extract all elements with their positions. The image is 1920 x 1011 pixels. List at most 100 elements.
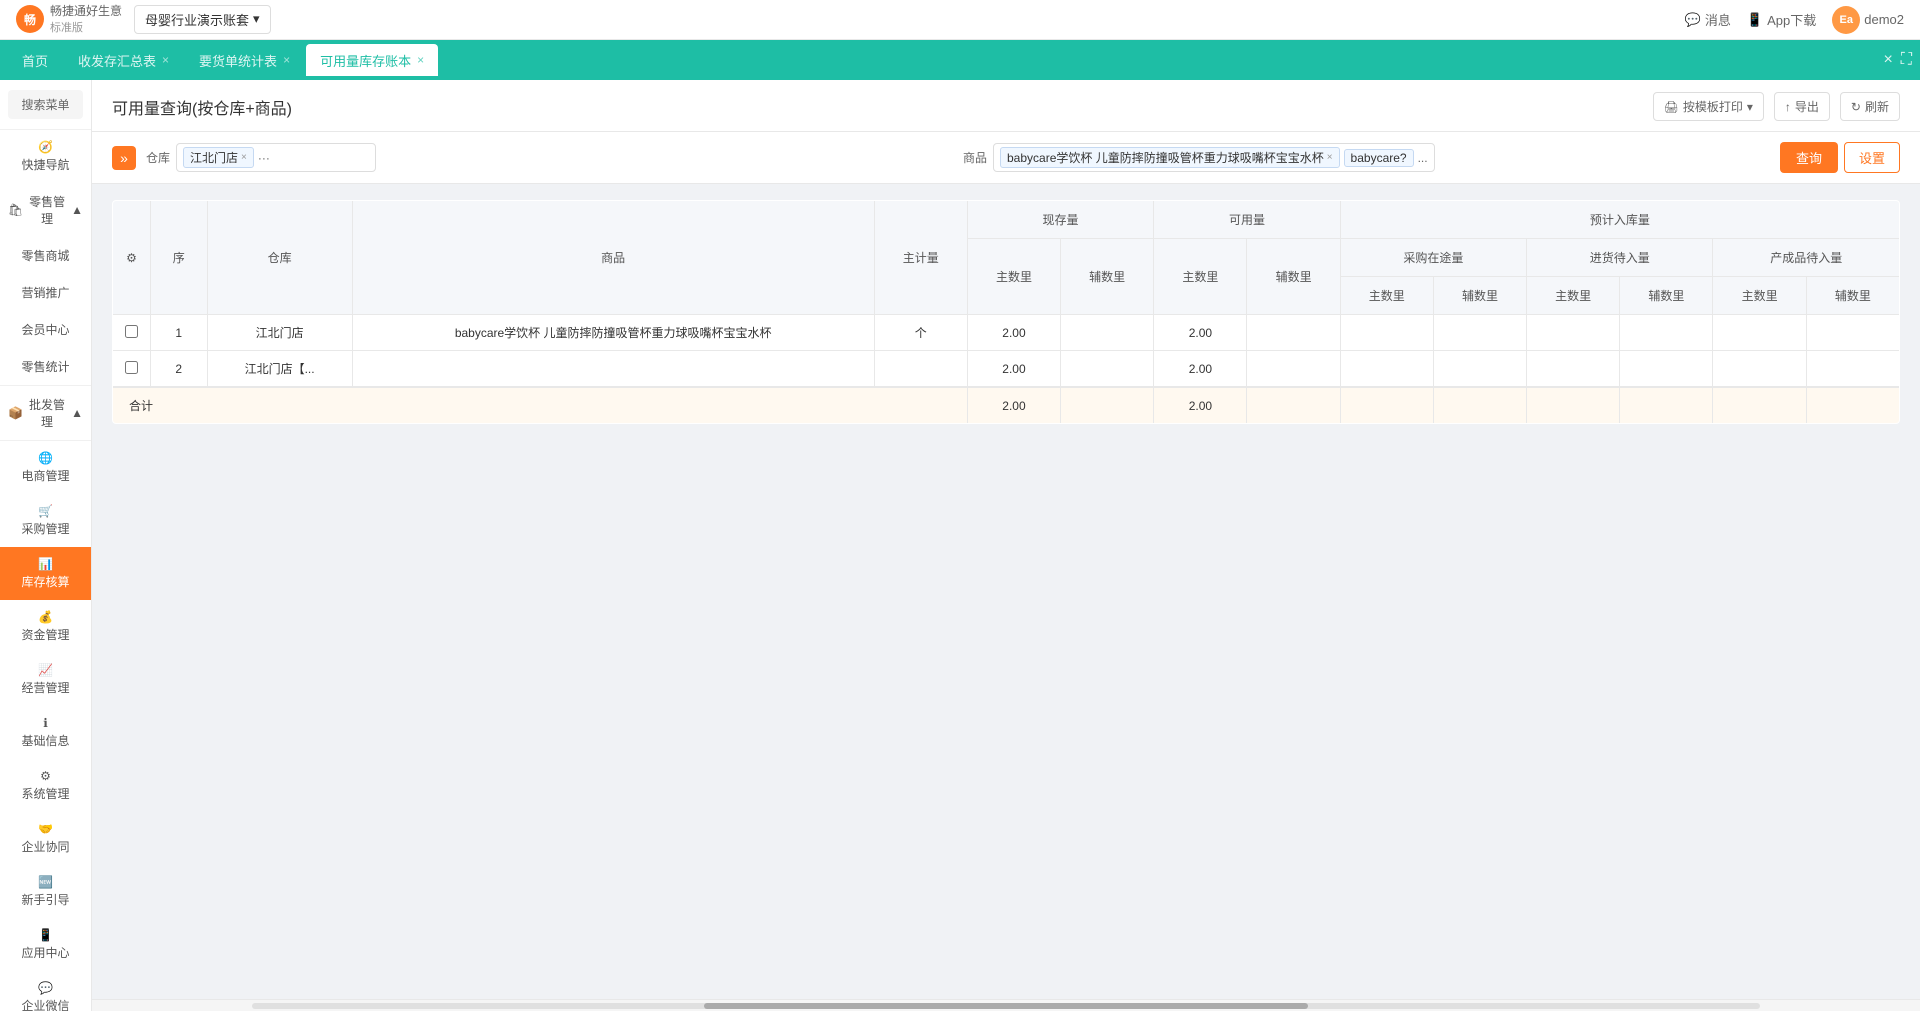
export-button[interactable]: ↑ 导出 [1774,92,1830,121]
message-label: 消息 [1705,10,1731,29]
row-stock-aux-1 [1061,351,1154,388]
sidebar-search: 搜索菜单 [0,80,91,130]
summary-production-main [1713,387,1806,424]
table-product-header: 商品 [352,201,874,315]
workspace-selector[interactable]: 母婴行业演示账套 ▾ [134,5,271,34]
message-action[interactable]: 💬 消息 [1685,10,1731,29]
filter-expand-button[interactable]: » [112,146,136,170]
table-production-group-header: 产成品待入量 [1713,239,1900,277]
tab-order-stats-label: 要货单统计表 [199,51,277,70]
app-center-icon: 📱 [38,928,53,942]
warehouse-filter-input[interactable]: 江北门店 × ··· [176,143,376,172]
search-menu-button[interactable]: 搜索菜单 [8,90,83,119]
purchase-label: 采购管理 [21,520,69,537]
export-label: 导出 [1795,98,1819,115]
summary-purchase-main [1340,387,1433,424]
tab-receivable-close[interactable]: × [162,53,169,67]
tab-bar: 首页 收发存汇总表 × 要货单统计表 × 可用量库存账本 × × ⛶ [0,40,1920,80]
tab-home-label: 首页 [22,51,48,70]
tab-available-stock-close[interactable]: × [417,53,424,67]
table-incoming-aux-header: 辅数里 [1620,277,1713,315]
enterprise-wechat-label: 企业微信 [21,997,69,1011]
warehouse-tag-close-icon[interactable]: × [241,152,247,163]
main-content: 可用量查询(按仓库+商品) 🖨 按模板打印 ▾ ↑ 导出 ↻ 刷新 » [92,80,1920,1011]
tab-available-stock[interactable]: 可用量库存账本 × [306,44,438,76]
query-button[interactable]: 查询 [1780,142,1838,173]
guide-label: 新手引导 [21,891,69,908]
inventory-icon: 📊 [38,557,53,571]
tab-receivable[interactable]: 收发存汇总表 × [64,44,183,76]
sidebar-item-guide[interactable]: 🆕 新手引导 [0,865,91,918]
purchase-icon: 🛒 [38,504,53,518]
table-row: 2 江北门店【... 2.00 2.00 [113,351,1900,388]
user-action[interactable]: Ea demo2 [1832,6,1904,34]
tab-expand-icon[interactable]: ⛶ [1901,51,1912,69]
sidebar: 搜索菜单 🧭 快捷导航 🛍 零售管理 ▲ 零售商城 营销推广 会员中心 零售统计 [0,80,92,1011]
page-header: 可用量查询(按仓库+商品) 🖨 按模板打印 ▾ ↑ 导出 ↻ 刷新 [92,80,1920,132]
table-production-aux-header: 辅数里 [1806,277,1899,315]
workspace-label: 母婴行业演示账套 [145,10,249,29]
app-center-label: 应用中心 [21,944,69,961]
wholesale-expand-icon: ▲ [71,406,83,420]
table-purchase-group-header: 采购在途量 [1340,239,1526,277]
product-tag-1-close-icon[interactable]: × [1327,152,1333,163]
sidebar-item-system[interactable]: ⚙ 系统管理 [0,759,91,812]
sidebar-item-operations[interactable]: 📈 经营管理 [0,653,91,706]
product-tag-text-2: babycare? [1351,151,1407,165]
filter-actions: 查询 设置 [1780,142,1900,173]
row-checkbox-0[interactable] [113,315,151,351]
table-stock-aux-header: 辅数里 [1061,239,1154,315]
sidebar-item-retail-store[interactable]: 零售商城 [0,237,91,274]
tab-home[interactable]: 首页 [8,44,62,76]
wholesale-label: 批发管理 [27,396,67,430]
sidebar-item-wholesale[interactable]: 📦 批发管理 ▲ [0,386,91,440]
sidebar-item-purchase[interactable]: 🛒 采购管理 [0,494,91,547]
warehouse-filter-label: 仓库 [146,149,170,166]
row-no-0: 1 [151,315,208,351]
settings-icon: ⚙ [126,251,137,265]
export-icon: ↑ [1785,100,1791,114]
sidebar-item-inventory[interactable]: 📊 库存核算 [0,547,91,600]
logo-info: 畅捷通好生意 标准版 [50,4,122,34]
warehouse-filter-more[interactable]: ··· [258,151,270,165]
page-title: 可用量查询(按仓库+商品) [112,95,292,119]
download-label: App下载 [1767,10,1816,29]
membership-label: 会员中心 [21,321,69,338]
sidebar-item-basic[interactable]: ℹ 基础信息 [0,706,91,759]
horizontal-scrollbar-track[interactable] [252,1003,1760,1009]
sidebar-item-enterprise[interactable]: 🤝 企业协同 [0,812,91,865]
product-filter-input[interactable]: babycare学饮杯 儿童防摔防撞吸管杯重力球吸嘴杯宝宝水杯 × babyca… [993,143,1435,172]
sidebar-item-marketing[interactable]: 营销推广 [0,274,91,311]
refresh-button[interactable]: ↻ 刷新 [1840,92,1900,121]
sidebar-item-app-center[interactable]: 📱 应用中心 [0,918,91,971]
horizontal-scrollbar-thumb[interactable] [704,1003,1307,1009]
summary-incoming-main [1527,387,1620,424]
print-button[interactable]: 🖨 按模板打印 ▾ [1653,92,1764,121]
system-icon: ⚙ [40,769,51,783]
tab-order-stats[interactable]: 要货单统计表 × [185,44,304,76]
settings-button[interactable]: 设置 [1844,142,1900,173]
tab-receivable-label: 收发存汇总表 [78,51,156,70]
sidebar-item-ecommerce[interactable]: 🌐 电商管理 [0,441,91,494]
row-checkbox-1[interactable] [113,351,151,388]
sidebar-item-retail[interactable]: 🛍 零售管理 ▲ [0,183,91,237]
download-action[interactable]: 📱 App下载 [1747,10,1816,29]
enterprise-icon: 🤝 [38,822,53,836]
sidebar-group-retail: 🛍 零售管理 ▲ 零售商城 营销推广 会员中心 零售统计 [0,183,91,386]
row-incoming-aux-0 [1620,315,1713,351]
product-filter-more[interactable]: ... [1418,151,1428,165]
tab-order-stats-close[interactable]: × [283,53,290,67]
sidebar-item-retail-stats[interactable]: 零售统计 [0,348,91,385]
logo-icon: 畅 [16,5,44,33]
finance-label: 资金管理 [21,626,69,643]
row-available-aux-0 [1247,315,1340,351]
sidebar-item-finance[interactable]: 💰 资金管理 [0,600,91,653]
enterprise-label: 企业协同 [21,838,69,855]
sidebar-item-enterprise-wechat[interactable]: 💬 企业微信 [0,971,91,1011]
row-no-1: 2 [151,351,208,388]
tab-close-all-icon[interactable]: × [1883,51,1892,69]
table-settings-header[interactable]: ⚙ [113,201,151,315]
sidebar-item-membership[interactable]: 会员中心 [0,311,91,348]
sidebar-item-quick-nav[interactable]: 🧭 快捷导航 [0,130,91,183]
summary-row: 合计 2.00 2.00 [113,387,1900,424]
